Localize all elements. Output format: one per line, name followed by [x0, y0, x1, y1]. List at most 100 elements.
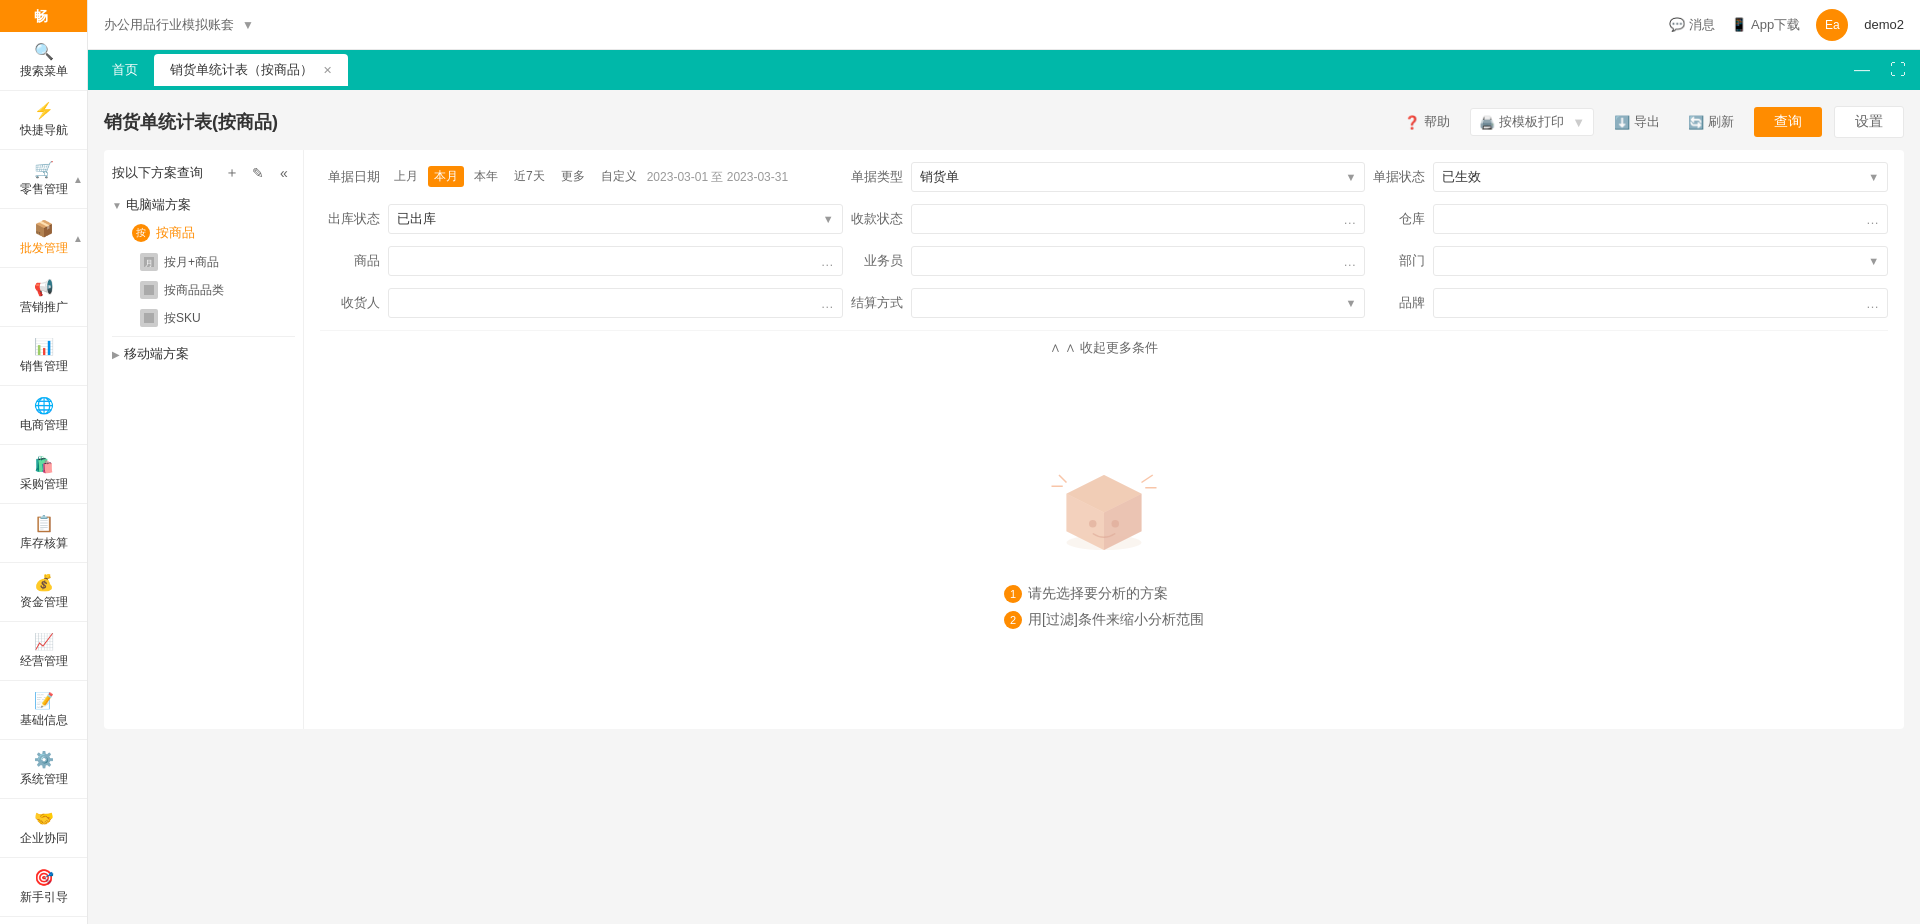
- brand-dots-icon[interactable]: …: [1866, 296, 1879, 311]
- subtitle-dropdown-icon[interactable]: ▼: [242, 18, 254, 32]
- export-btn[interactable]: ⬇️ 导出: [1606, 109, 1668, 135]
- scheme-panel-actions: ＋ ✎ «: [221, 162, 295, 184]
- order-status-value: 已生效: [1442, 168, 1481, 186]
- tab-stats[interactable]: 销货单统计表（按商品） ✕: [154, 54, 348, 86]
- date-tab-last-month[interactable]: 上月: [388, 166, 424, 187]
- sidebar-item-ecommerce[interactable]: 🌐 电商管理: [0, 386, 87, 445]
- salesperson-dots-icon[interactable]: …: [1343, 254, 1356, 269]
- tab-maximize-btn[interactable]: ⛶: [1884, 56, 1912, 84]
- collapse-more-btn[interactable]: ∧ ∧ 收起更多条件: [320, 330, 1888, 365]
- date-tab-more[interactable]: 更多: [555, 166, 591, 187]
- receiver-dots-icon[interactable]: …: [821, 296, 834, 311]
- tab-bar: 首页 销货单统计表（按商品） ✕ — ⛶: [88, 50, 1920, 90]
- tip-num-2: 2: [1004, 611, 1022, 629]
- sidebar-item-operations[interactable]: 📈 经营管理: [0, 622, 87, 681]
- scheme-item-by-product[interactable]: 按 按商品: [112, 218, 295, 248]
- sidebar-item-search[interactable]: 🔍 搜索菜单: [0, 32, 87, 91]
- brand-label: 品牌: [1365, 294, 1425, 312]
- by-sku-icon: [140, 309, 158, 327]
- sidebar-item-marketing[interactable]: 📢 营销推广: [0, 268, 87, 327]
- sidebar-item-enterprise[interactable]: 🤝 企业协同: [0, 799, 87, 858]
- user-avatar[interactable]: Ea: [1816, 9, 1848, 41]
- product-dots-icon[interactable]: …: [821, 254, 834, 269]
- date-tab-7days[interactable]: 近7天: [508, 166, 551, 187]
- sidebar-item-sales[interactable]: 📊 销售管理: [0, 327, 87, 386]
- order-type-select[interactable]: 销货单 ▼: [911, 162, 1366, 192]
- scheme-panel-title: 按以下方案查询: [112, 164, 203, 182]
- scheme-item-by-sku[interactable]: 按SKU: [112, 304, 295, 332]
- filter-layout: 按以下方案查询 ＋ ✎ « ▼: [104, 150, 1904, 729]
- sidebar-item-finance[interactable]: 💰 资金管理: [0, 563, 87, 622]
- by-month-product-label: 按月+商品: [164, 254, 219, 271]
- filter-right: 单据日期 上月 本月 本年 近7天 更多 自定义 2023-03-01 至 20…: [304, 150, 1904, 729]
- template-print-btn[interactable]: 🖨️ 按模板打印 ▼: [1470, 108, 1594, 136]
- date-range-value[interactable]: 2023-03-01 至 2023-03-31: [647, 169, 788, 186]
- sidebar-item-basic-info[interactable]: 📝 基础信息: [0, 681, 87, 740]
- sidebar-item-purchase[interactable]: 🛍️ 采购管理: [0, 445, 87, 504]
- product-select[interactable]: …: [388, 246, 843, 276]
- tab-close-icon[interactable]: ✕: [323, 64, 332, 77]
- sidebar-item-inventory[interactable]: 📋 库存核算: [0, 504, 87, 563]
- home-tab-label: 首页: [112, 61, 138, 79]
- logo-area: 畅: [0, 0, 87, 32]
- warehouse-select[interactable]: …: [1433, 204, 1888, 234]
- filter-cell-warehouse: 仓库 …: [1365, 204, 1888, 234]
- purchase-icon: 🛍️: [4, 455, 83, 474]
- date-label: 单据日期: [320, 168, 380, 186]
- sidebar-item-appstore[interactable]: 🔧 应用中心: [0, 917, 87, 924]
- refresh-icon: 🔄: [1688, 115, 1704, 130]
- empty-state-illustration: [1044, 445, 1164, 565]
- empty-state: 1 请先选择要分析的方案 2 用[过滤]条件来缩小分析范围: [320, 365, 1888, 717]
- scheme-item-by-month-product[interactable]: 月 按月+商品: [112, 248, 295, 276]
- user-name[interactable]: demo2: [1864, 17, 1904, 32]
- sidebar-item-guide[interactable]: 🎯 新手引导: [0, 858, 87, 917]
- query-btn[interactable]: 查询: [1754, 107, 1822, 137]
- scheme-collapse-btn[interactable]: «: [273, 162, 295, 184]
- sidebar-item-retail[interactable]: 🛒 零售管理 ▲: [0, 150, 87, 209]
- scheme-category-desktop[interactable]: ▼ 电脑端方案: [112, 192, 295, 218]
- date-tab-this-month[interactable]: 本月: [428, 166, 464, 187]
- settings-btn[interactable]: 设置: [1834, 106, 1904, 138]
- finance-icon: 💰: [4, 573, 83, 592]
- salesperson-select[interactable]: …: [911, 246, 1366, 276]
- warehouse-dots-icon[interactable]: …: [1866, 212, 1879, 227]
- tab-minimize-btn[interactable]: —: [1848, 56, 1876, 84]
- order-status-select[interactable]: 已生效 ▼: [1433, 162, 1888, 192]
- receiver-select[interactable]: …: [388, 288, 843, 318]
- filter-cell-out-status: 出库状态 已出库 ▼: [320, 204, 843, 234]
- app-download-btn[interactable]: 📱 App下载: [1731, 16, 1800, 34]
- help-btn[interactable]: ❓ 帮助: [1396, 109, 1458, 135]
- message-btn[interactable]: 💬 消息: [1669, 16, 1715, 34]
- header-right: 💬 消息 📱 App下载 Ea demo2: [1669, 9, 1904, 41]
- date-tab-custom[interactable]: 自定义: [595, 166, 643, 187]
- refresh-btn[interactable]: 🔄 刷新: [1680, 109, 1742, 135]
- sidebar-item-quick-nav[interactable]: ⚡ 快捷导航: [0, 91, 87, 150]
- sidebar-item-wholesale[interactable]: 📦 批发管理 ▲: [0, 209, 87, 268]
- brand-select[interactable]: …: [1433, 288, 1888, 318]
- settlement-select[interactable]: ▼: [911, 288, 1366, 318]
- scheme-category-mobile[interactable]: ▶ 移动端方案: [112, 341, 295, 367]
- filter-cell-product: 商品 …: [320, 246, 843, 276]
- sidebar-item-system[interactable]: ⚙️ 系统管理: [0, 740, 87, 799]
- payment-status-select[interactable]: …: [911, 204, 1366, 234]
- order-status-label: 单据状态: [1365, 168, 1425, 186]
- main-container: 办公用品行业模拟账套 ▼ 💬 消息 📱 App下载 Ea demo2 首页 销货…: [88, 0, 1920, 924]
- by-category-label: 按商品品类: [164, 282, 224, 299]
- order-type-control: 销货单 ▼: [911, 162, 1366, 192]
- out-status-label: 出库状态: [320, 210, 380, 228]
- department-label: 部门: [1365, 252, 1425, 270]
- payment-status-label: 收款状态: [843, 210, 903, 228]
- scheme-divider: [112, 336, 295, 337]
- svg-rect-5: [144, 313, 154, 323]
- payment-status-dots-icon[interactable]: …: [1343, 212, 1356, 227]
- scheme-add-btn[interactable]: ＋: [221, 162, 243, 184]
- payment-status-control: …: [911, 204, 1366, 234]
- department-select[interactable]: ▼: [1433, 246, 1888, 276]
- out-status-select[interactable]: 已出库 ▼: [388, 204, 843, 234]
- scheme-edit-btn[interactable]: ✎: [247, 162, 269, 184]
- date-tab-this-year[interactable]: 本年: [468, 166, 504, 187]
- scheme-item-by-category[interactable]: 按商品品类: [112, 276, 295, 304]
- empty-tip-1: 1 请先选择要分析的方案: [1004, 585, 1204, 603]
- settlement-arrow-icon: ▼: [1345, 297, 1356, 309]
- tab-home[interactable]: 首页: [96, 54, 154, 86]
